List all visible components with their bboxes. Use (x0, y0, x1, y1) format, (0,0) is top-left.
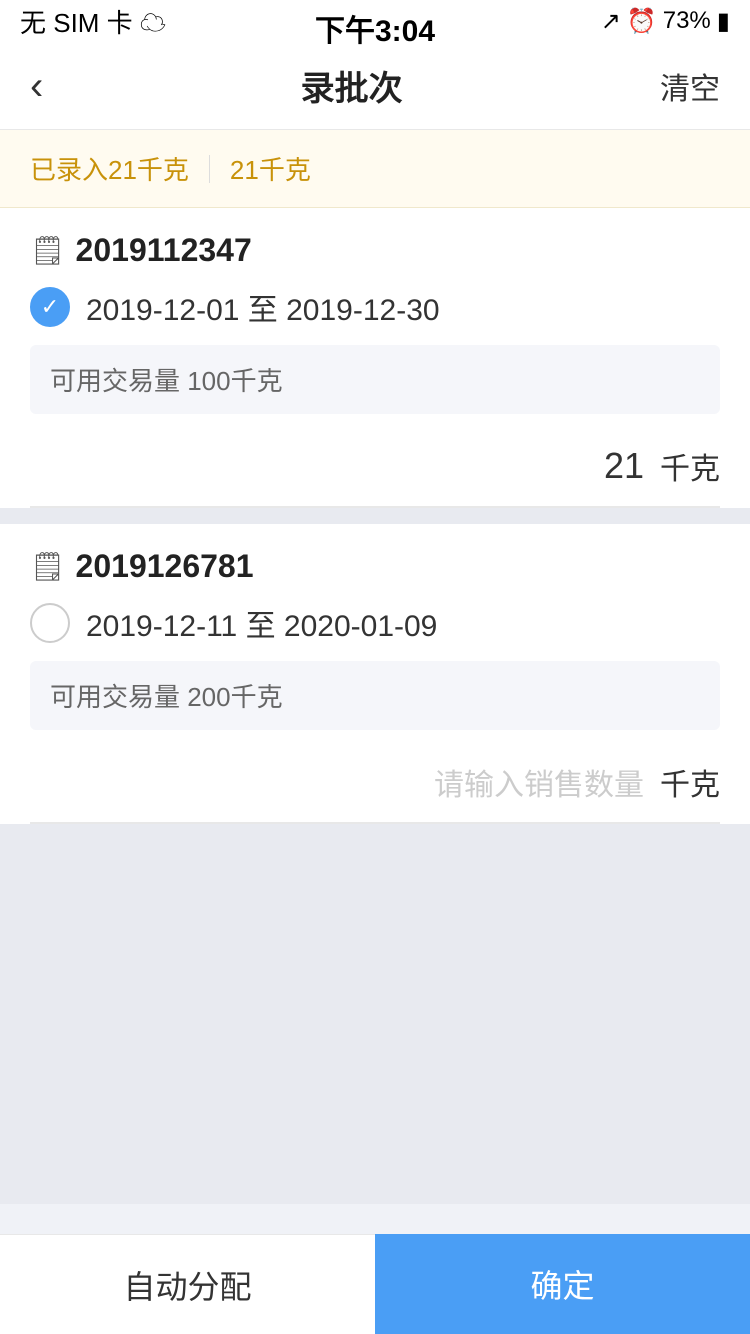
batch-id-2: 2019126781 (76, 548, 254, 585)
confirm-button[interactable]: 确定 (375, 1234, 750, 1334)
batch-card-2: 🗒 2019126781 2019-12-11 至 2020-01-09 可用交… (0, 524, 750, 824)
batch-header-2: 🗒 2019126781 (0, 524, 750, 593)
empty-area (0, 824, 750, 1204)
batch-card-1: 🗒 2019112347 ✓ 2019-12-01 至 2019-12-30 可… (0, 208, 750, 508)
status-left: 无 SIM 卡 ☁ (20, 3, 166, 40)
avail-row-1: 可用交易量 100千克 (30, 345, 720, 414)
quantity-value-1[interactable]: 21 (604, 445, 644, 487)
bottom-bar: 自动分配 确定 (0, 1234, 750, 1334)
clear-button[interactable]: 清空 (660, 64, 720, 108)
quantity-row-1: 21 千克 (0, 434, 750, 506)
batch-date-row-2[interactable]: 2019-12-11 至 2020-01-09 (0, 593, 750, 661)
batch-date-1: 2019-12-01 至 2019-12-30 (86, 285, 440, 329)
back-button[interactable]: ‹ (30, 66, 43, 106)
batch-id-1: 2019112347 (76, 232, 252, 269)
avail-row-2: 可用交易量 200千克 (30, 661, 720, 730)
alarm-icon: ⏰ (627, 7, 657, 36)
summary-value: 21千克 (230, 150, 311, 187)
location-icon: ↗ (601, 7, 621, 36)
batch-date-2: 2019-12-11 至 2020-01-09 (86, 601, 437, 645)
sim-status: 无 SIM 卡 ☁ (20, 3, 166, 40)
status-bar: 无 SIM 卡 ☁ 下午3:04 ↗ ⏰ 73% ▮ (0, 0, 750, 42)
quantity-unit-1: 千克 (660, 444, 720, 488)
auto-distribute-button[interactable]: 自动分配 (0, 1234, 375, 1334)
section-separator (0, 508, 750, 524)
avail-text-1: 可用交易量 100千克 (50, 366, 283, 396)
quantity-placeholder-2: 请输入销售数量 (434, 760, 644, 804)
content-area: 已录入21千克 21千克 🗒 2019112347 ✓ 2019-12-01 至… (0, 130, 750, 1304)
avail-text-2: 可用交易量 200千克 (50, 682, 283, 712)
batch-header-1: 🗒 2019112347 (0, 208, 750, 277)
battery-level: 73% (663, 7, 711, 35)
status-time: 下午3:04 (315, 6, 435, 50)
status-right: ↗ ⏰ 73% ▮ (601, 7, 730, 36)
batch-icon-1: 🗒 (30, 234, 66, 267)
batch-date-row-1[interactable]: ✓ 2019-12-01 至 2019-12-30 (0, 277, 750, 345)
page-title: 录批次 (301, 61, 403, 110)
batch-icon-2: 🗒 (30, 550, 66, 583)
quantity-unit-2: 千克 (660, 760, 720, 804)
summary-divider (209, 155, 210, 183)
radio-button-2[interactable] (30, 603, 70, 643)
quantity-row-2[interactable]: 请输入销售数量 千克 (0, 750, 750, 822)
battery-icon: ▮ (717, 7, 730, 36)
nav-bar: ‹ 录批次 清空 (0, 42, 750, 130)
check-icon-1: ✓ (41, 294, 59, 320)
summary-label: 已录入21千克 (30, 150, 189, 187)
summary-bar: 已录入21千克 21千克 (0, 130, 750, 208)
radio-button-1[interactable]: ✓ (30, 287, 70, 327)
